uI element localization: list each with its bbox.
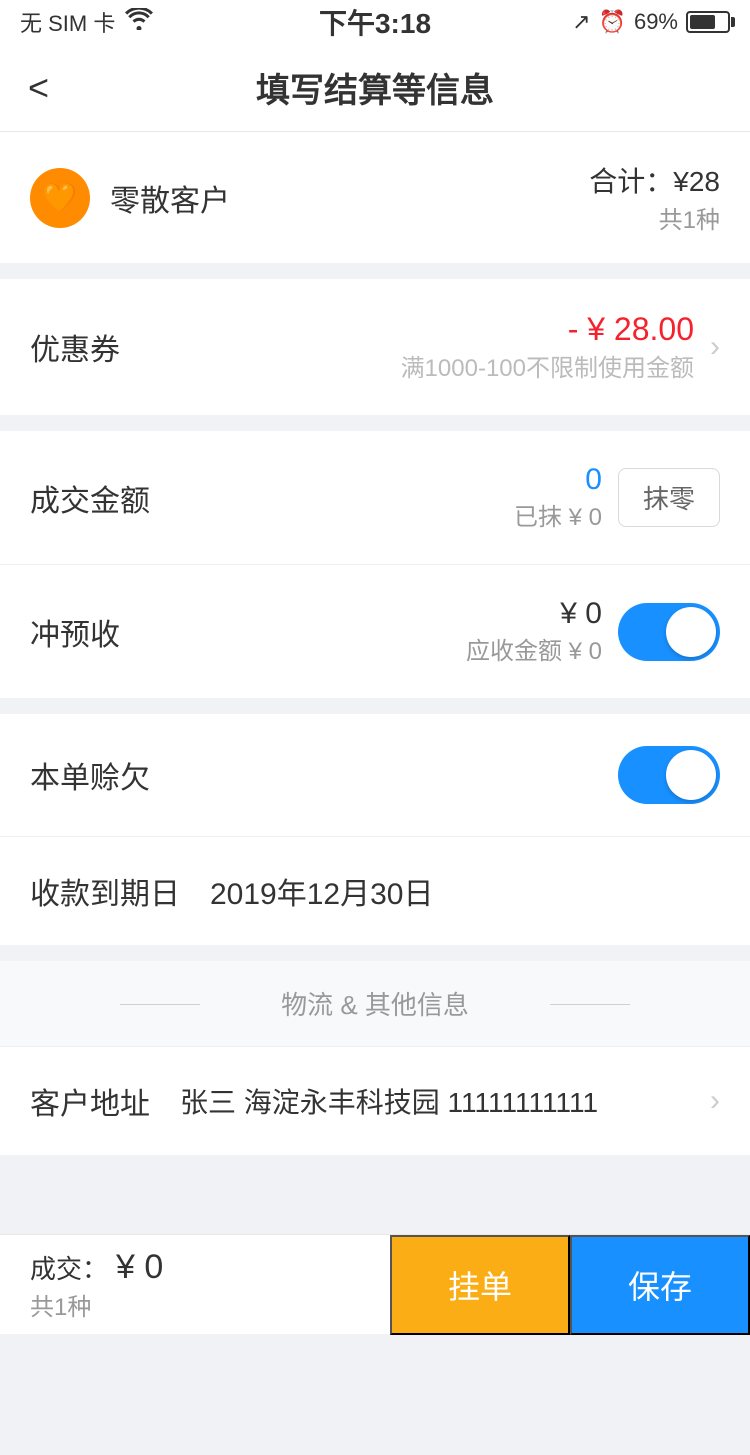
address-chevron-icon: › — [710, 1084, 720, 1118]
round-off-button[interactable]: 抹零 — [618, 468, 720, 527]
coupon-label: 优惠券 — [30, 325, 120, 369]
debit-row: 本单赊欠 — [0, 714, 750, 836]
debit-toggle-knob — [666, 750, 716, 800]
divider-4 — [0, 945, 750, 961]
customer-count: 共1种 — [589, 200, 720, 235]
address-row[interactable]: 客户地址 张三 海淀永丰科技园 11111111111 › — [0, 1046, 750, 1155]
prepay-sub: 应收金额 ¥ 0 — [466, 631, 602, 666]
bottom-bar: 成交： ¥ 0 共1种 挂单 保存 — [0, 1234, 750, 1334]
prepay-values: ¥ 0 应收金额 ¥ 0 — [466, 597, 602, 666]
status-left: 无 SIM 卡 — [20, 6, 153, 38]
location-icon: ↗ — [572, 9, 590, 35]
transaction-row: 成交金额 0 已抹 ¥ 0 抹零 — [0, 431, 750, 564]
battery-percent: 69% — [634, 9, 678, 35]
status-bar: 无 SIM 卡 下午3:18 ↗ ⏰ 69% — [0, 0, 750, 44]
logistics-header: 物流 & 其他信息 — [0, 961, 750, 1046]
bottom-count: 共1种 — [30, 1287, 360, 1322]
battery-icon — [686, 11, 730, 33]
prepay-value: ¥ 0 — [466, 597, 602, 631]
coupon-chevron-icon: › — [710, 330, 720, 364]
wifi-icon — [125, 8, 153, 36]
avatar-icon: 🧡 — [43, 181, 78, 214]
prepay-row: 冲预收 ¥ 0 应收金额 ¥ 0 — [0, 564, 750, 698]
prepay-right: ¥ 0 应收金额 ¥ 0 — [466, 597, 720, 666]
divider-1 — [0, 263, 750, 279]
logistics-title: 物流 & 其他信息 — [281, 985, 469, 1022]
due-date-value: 2019年12月30日 — [210, 869, 433, 913]
address-label: 客户地址 — [30, 1079, 150, 1123]
customer-total: 合计：¥28 — [589, 160, 720, 200]
prepay-label: 冲预收 — [30, 610, 120, 654]
back-button[interactable]: < — [28, 67, 49, 109]
coupon-value: - ¥ 28.00 — [401, 311, 694, 348]
alarm-icon: ⏰ — [599, 9, 626, 35]
transaction-sub: 已抹 ¥ 0 — [514, 497, 602, 532]
prepay-toggle[interactable] — [618, 603, 720, 661]
status-right: ↗ ⏰ 69% — [572, 9, 730, 35]
nav-bar: < 填写结算等信息 — [0, 44, 750, 132]
battery-fill — [690, 15, 715, 29]
customer-row: 🧡 零散客户 合计：¥28 共1种 — [0, 132, 750, 263]
coupon-sub-text: 满1000-100不限制使用金额 — [401, 348, 694, 383]
transaction-right: 0 已抹 ¥ 0 抹零 — [514, 463, 720, 532]
due-date-row: 收款到期日 2019年12月30日 — [0, 836, 750, 945]
coupon-right: - ¥ 28.00 满1000-100不限制使用金额 › — [401, 311, 720, 383]
transaction-value: 0 — [514, 463, 602, 497]
avatar: 🧡 — [30, 168, 90, 228]
bottom-deal-label: 成交： — [30, 1249, 108, 1286]
due-date-label: 收款到期日 — [30, 869, 180, 913]
bottom-amount-row: 成交： ¥ 0 — [30, 1248, 360, 1287]
divider-3 — [0, 698, 750, 714]
transaction-label: 成交金额 — [30, 476, 150, 520]
divider-2 — [0, 415, 750, 431]
carrier-label: 无 SIM 卡 — [20, 6, 115, 38]
bottom-amount: ¥ 0 — [116, 1248, 163, 1287]
bottom-left: 成交： ¥ 0 共1种 — [0, 1248, 390, 1322]
page-title: 填写结算等信息 — [256, 63, 494, 112]
address-value: 张三 海淀永丰科技园 11111111111 — [180, 1081, 680, 1121]
debit-toggle[interactable] — [618, 746, 720, 804]
customer-left: 🧡 零散客户 — [30, 168, 230, 228]
status-time: 下午3:18 — [319, 2, 431, 42]
save-button[interactable]: 保存 — [570, 1235, 750, 1335]
customer-name: 零散客户 — [110, 176, 230, 220]
debit-label: 本单赊欠 — [30, 753, 150, 797]
coupon-value-block: - ¥ 28.00 满1000-100不限制使用金额 — [401, 311, 694, 383]
coupon-row[interactable]: 优惠券 - ¥ 28.00 满1000-100不限制使用金额 › — [0, 279, 750, 415]
transaction-value-block: 0 已抹 ¥ 0 — [514, 463, 602, 532]
hang-button[interactable]: 挂单 — [390, 1235, 570, 1335]
prepay-toggle-knob — [666, 607, 716, 657]
customer-right: 合计：¥28 共1种 — [589, 160, 720, 235]
